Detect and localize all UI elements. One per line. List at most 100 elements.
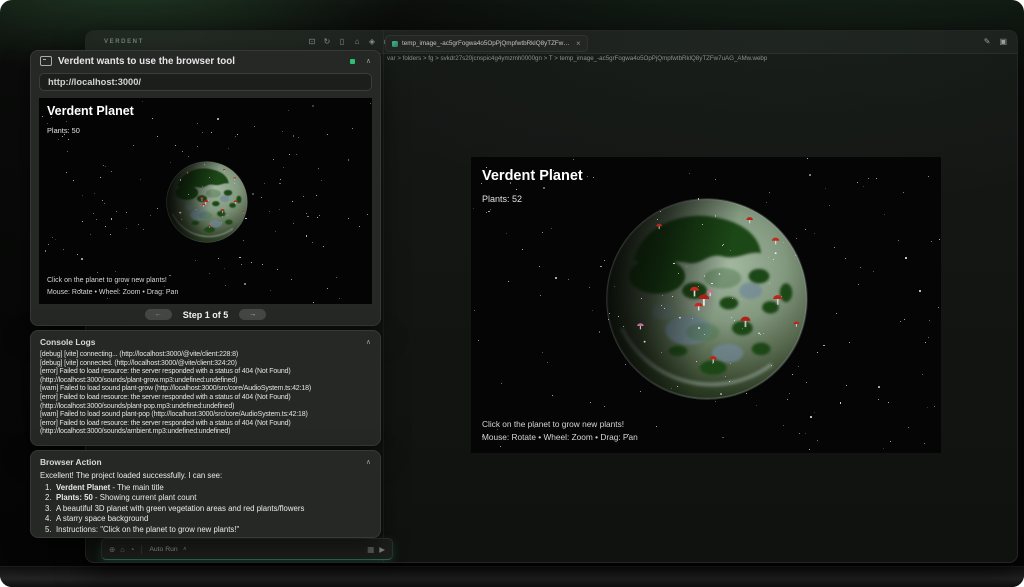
screenshot-icon[interactable]: ⊡: [307, 35, 317, 48]
console-log-line: [error] Failed to load resource: the ser…: [40, 419, 291, 436]
star: [316, 194, 318, 196]
star: [137, 223, 140, 226]
image-icon[interactable]: ▦: [367, 545, 374, 554]
star: [834, 246, 835, 248]
star: [934, 405, 936, 407]
star: [317, 216, 319, 218]
next-step-button[interactable]: →: [239, 309, 267, 320]
star: [289, 154, 291, 156]
prev-step-button[interactable]: ←: [144, 309, 172, 320]
star: [239, 256, 241, 259]
browser-action-title: Browser Action: [40, 457, 102, 467]
star: [551, 227, 553, 229]
star: [664, 307, 665, 309]
star: [538, 265, 541, 268]
star: [765, 201, 767, 203]
planet-3d[interactable]: [603, 195, 811, 403]
device-icon[interactable]: ▯: [337, 35, 347, 48]
star: [883, 213, 885, 215]
star: [904, 319, 905, 321]
app-brand: VERDENT: [104, 39, 144, 45]
history-icon[interactable]: ◔: [130, 545, 135, 554]
star: [152, 118, 154, 119]
star: [243, 239, 245, 241]
action-intro-text: Excellent! The project loaded successful…: [40, 471, 223, 480]
star: [927, 175, 929, 177]
star: [244, 283, 246, 285]
star: [44, 250, 47, 252]
star: [358, 225, 360, 227]
star: [816, 351, 819, 354]
star: [829, 205, 831, 207]
star: [347, 217, 349, 219]
home-icon[interactable]: ⌂: [120, 545, 125, 554]
star: [542, 232, 544, 233]
star: [89, 233, 92, 236]
star: [878, 386, 880, 388]
star: [900, 320, 902, 322]
star: [318, 168, 320, 170]
edit-icon[interactable]: ✎: [984, 35, 991, 48]
star: [62, 248, 64, 250]
browser-action-header[interactable]: Browser Action ∧: [31, 451, 380, 467]
console-log-line: [debug] [vite] connected. (http://localh…: [40, 359, 237, 367]
star: [486, 211, 488, 213]
browser-tool-icon: [40, 56, 52, 66]
star: [269, 290, 271, 292]
star: [547, 362, 549, 364]
star: [203, 163, 205, 165]
home-icon[interactable]: ⌂: [352, 35, 362, 48]
file-tab[interactable]: temp_image_-ac5grFogwa4o5OpPjQmpfwtbRklQ…: [385, 35, 588, 52]
star: [603, 405, 606, 408]
star: [722, 436, 724, 439]
planet-preview-canvas[interactable]: Verdent Planet Plants: 50 Click on the p…: [39, 98, 372, 304]
browser-action-panel: Browser Action ∧ Excellent! The project …: [30, 450, 381, 538]
star: [236, 133, 238, 135]
star: [187, 194, 189, 196]
add-icon[interactable]: ⊕: [109, 545, 115, 554]
monitor-bezel: [0, 566, 1024, 587]
action-list-item: 3. A beautiful 3D planet with green veget…: [45, 503, 305, 513]
planet-3d-preview[interactable]: [165, 160, 249, 244]
console-log-line: [error] Failed to load resource: the ser…: [40, 368, 291, 384]
star: [543, 187, 545, 189]
star: [473, 309, 476, 312]
star: [287, 110, 289, 112]
star: [126, 211, 128, 213]
star: [102, 199, 103, 201]
star: [80, 107, 81, 109]
collapse-chevron-icon[interactable]: ∧: [366, 458, 371, 466]
refresh-icon[interactable]: ↻: [322, 35, 332, 48]
send-icon[interactable]: ▶: [379, 545, 385, 554]
star: [824, 187, 826, 189]
url-input[interactable]: [39, 73, 372, 91]
planet-viewer-canvas[interactable]: Verdent Planet Plants: 52 Click on the p…: [471, 157, 941, 453]
star: [312, 105, 314, 107]
star: [320, 180, 322, 182]
star: [327, 287, 328, 289]
tab-close-icon[interactable]: ×: [576, 39, 581, 48]
star: [224, 285, 226, 287]
star: [81, 195, 83, 197]
collapse-chevron-icon[interactable]: ∧: [366, 57, 371, 65]
star: [804, 433, 806, 435]
star: [720, 393, 722, 395]
star: [836, 313, 838, 314]
star: [730, 362, 731, 364]
star: [566, 425, 569, 427]
status-dot: [349, 58, 355, 64]
star: [745, 392, 747, 394]
chat-composer[interactable]: ⊕ ⌂ ◔ Auto Run ∧ ▦ ▶: [101, 538, 393, 560]
star: [197, 146, 199, 148]
star: [195, 260, 197, 261]
panel-icon[interactable]: ▣: [999, 35, 1007, 48]
console-log-lines: [debug] [vite] connecting... (http://loc…: [40, 351, 371, 437]
star: [849, 341, 851, 343]
collapse-chevron-icon[interactable]: ∧: [366, 338, 371, 346]
pin-icon[interactable]: ◈: [367, 35, 377, 48]
star: [817, 439, 819, 441]
desktop-screen: VERDENT ⊡↻▯⌂◈◷◍ temp_image_-ac5grFogwa4o…: [0, 0, 1024, 587]
console-logs-header[interactable]: Console Logs ∧: [31, 331, 380, 347]
auto-run-selector[interactable]: Auto Run: [149, 546, 177, 553]
star: [925, 341, 926, 343]
